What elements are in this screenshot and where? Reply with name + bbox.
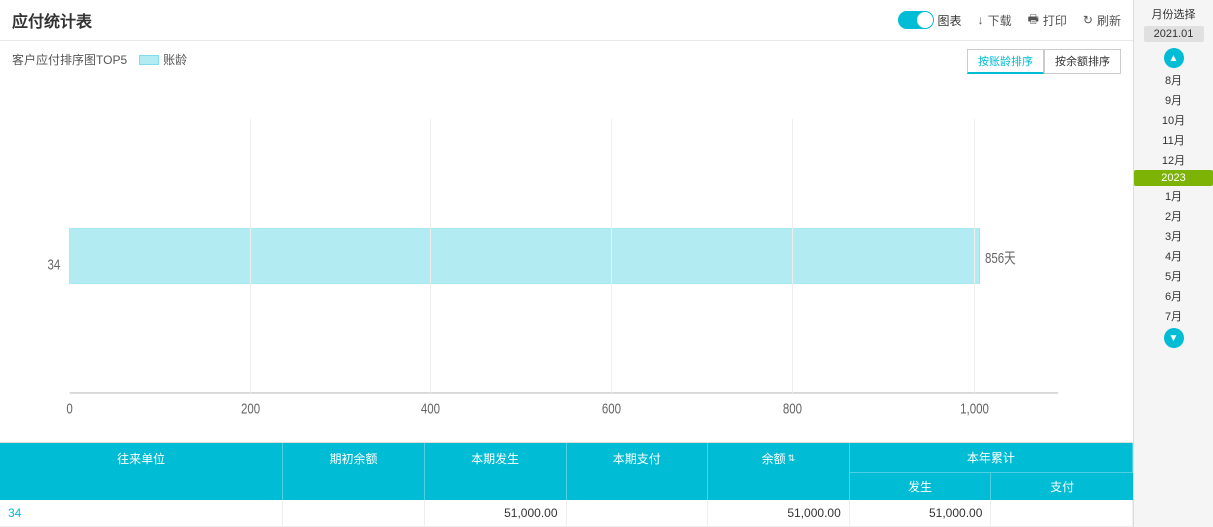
cell-current: 51,000.00 xyxy=(425,500,567,526)
print-button[interactable]: 🖶 打印 xyxy=(1028,10,1067,31)
svg-text:400: 400 xyxy=(421,400,440,417)
cell-opening xyxy=(283,500,425,526)
print-icon: 🖶 xyxy=(1028,10,1039,31)
col-payment-header: 本期支付 xyxy=(567,443,709,473)
month-item[interactable]: 3月 xyxy=(1134,226,1213,246)
sidebar-date[interactable]: 2021.01 xyxy=(1144,26,1204,42)
table-row: 34 51,000.00 51,000.00 51,000.00 xyxy=(0,500,1133,527)
scroll-down-button[interactable]: ▼ xyxy=(1164,328,1184,348)
svg-text:600: 600 xyxy=(602,400,621,417)
svg-text:1,000: 1,000 xyxy=(960,400,989,417)
page-header: 应付统计表 图表 ↓ 下载 🖶 打印 ↻ 刷新 xyxy=(0,0,1133,41)
legend-color-box xyxy=(139,55,159,65)
col-opening-header: 期初余额 xyxy=(283,443,425,473)
legend-color-label: 账龄 xyxy=(163,51,187,68)
cell-ytd-pay xyxy=(991,500,1133,526)
month-item[interactable]: 4月 xyxy=(1134,246,1213,266)
month-item[interactable]: 9月 xyxy=(1134,90,1213,110)
year-label: 2023 xyxy=(1134,170,1213,186)
cell-ytd-occur: 51,000.00 xyxy=(850,500,992,526)
svg-text:200: 200 xyxy=(241,400,260,417)
chart-label: 图表 xyxy=(938,12,962,29)
chart-legend: 客户应付排序图TOP5 账龄 xyxy=(12,51,187,68)
month-item[interactable]: 12月 xyxy=(1134,150,1213,170)
legend-item: 账龄 xyxy=(139,51,187,68)
chart-wrapper: 34 856天 0 200 400 600 800 1,000 xyxy=(12,78,1121,434)
sort-by-balance-button[interactable]: 按余额排序 xyxy=(1044,49,1121,74)
col-current-header: 本期发生 xyxy=(425,443,567,473)
svg-text:34: 34 xyxy=(47,256,60,273)
bar-chart: 34 856天 0 200 400 600 800 1,000 xyxy=(12,78,1121,434)
cell-unit: 34 xyxy=(0,500,283,526)
month-item[interactable]: 5月 xyxy=(1134,266,1213,286)
refresh-button[interactable]: ↻ 刷新 xyxy=(1083,12,1121,29)
month-item[interactable]: 10月 xyxy=(1134,110,1213,130)
download-icon: ↓ xyxy=(978,13,984,27)
month-item[interactable]: 7月 xyxy=(1134,306,1213,326)
balance-icon: ⇅ xyxy=(788,453,796,464)
svg-text:856天: 856天 xyxy=(985,249,1016,266)
cell-balance: 51,000.00 xyxy=(708,500,850,526)
toggle-thumb xyxy=(917,12,933,28)
col-ytd-pay-header: 支付 xyxy=(991,473,1133,500)
chart-toggle[interactable]: 图表 xyxy=(898,11,962,29)
month-item[interactable]: 8月 xyxy=(1134,70,1213,90)
unit-link[interactable]: 34 xyxy=(8,506,21,520)
scroll-up-button[interactable]: ▲ xyxy=(1164,48,1184,68)
month-item[interactable]: 11月 xyxy=(1134,130,1213,150)
data-table: 往来单位 期初余额 本期发生 本期支付 余额 ⇅ 本年累计 发生 支付 34 xyxy=(0,442,1133,527)
month-item[interactable]: 2月 xyxy=(1134,206,1213,226)
col-unit-header: 往来单位 xyxy=(0,443,283,473)
month-item[interactable]: 1月 xyxy=(1134,186,1213,206)
chart-area: 客户应付排序图TOP5 账龄 按账龄排序 按余额排序 34 8 xyxy=(0,41,1133,442)
month-item[interactable]: 6月 xyxy=(1134,286,1213,306)
download-button[interactable]: ↓ 下载 xyxy=(978,12,1012,29)
sort-by-amount-button[interactable]: 按账龄排序 xyxy=(967,49,1044,74)
col-ytd-occur-header: 发生 xyxy=(850,473,992,500)
sidebar-title: 月份选择 xyxy=(1152,6,1196,22)
col-balance-header: 余额 ⇅ xyxy=(708,443,850,473)
month-list: 8月9月10月11月12月20231月2月3月4月5月6月7月 xyxy=(1134,70,1213,326)
refresh-icon: ↻ xyxy=(1083,13,1093,27)
chart-controls: 按账龄排序 按余额排序 xyxy=(967,49,1121,74)
legend-title: 客户应付排序图TOP5 xyxy=(12,51,127,68)
svg-text:800: 800 xyxy=(783,400,802,417)
month-sidebar: 月份选择 2021.01 ▲ 8月9月10月11月12月20231月2月3月4月… xyxy=(1133,0,1213,527)
svg-text:0: 0 xyxy=(66,400,72,417)
header-actions: 图表 ↓ 下载 🖶 打印 ↻ 刷新 xyxy=(898,10,1121,31)
toggle-track[interactable] xyxy=(898,11,934,29)
cell-payment xyxy=(567,500,709,526)
col-ytd-header: 本年累计 xyxy=(850,443,1133,473)
page-title: 应付统计表 xyxy=(12,8,92,32)
